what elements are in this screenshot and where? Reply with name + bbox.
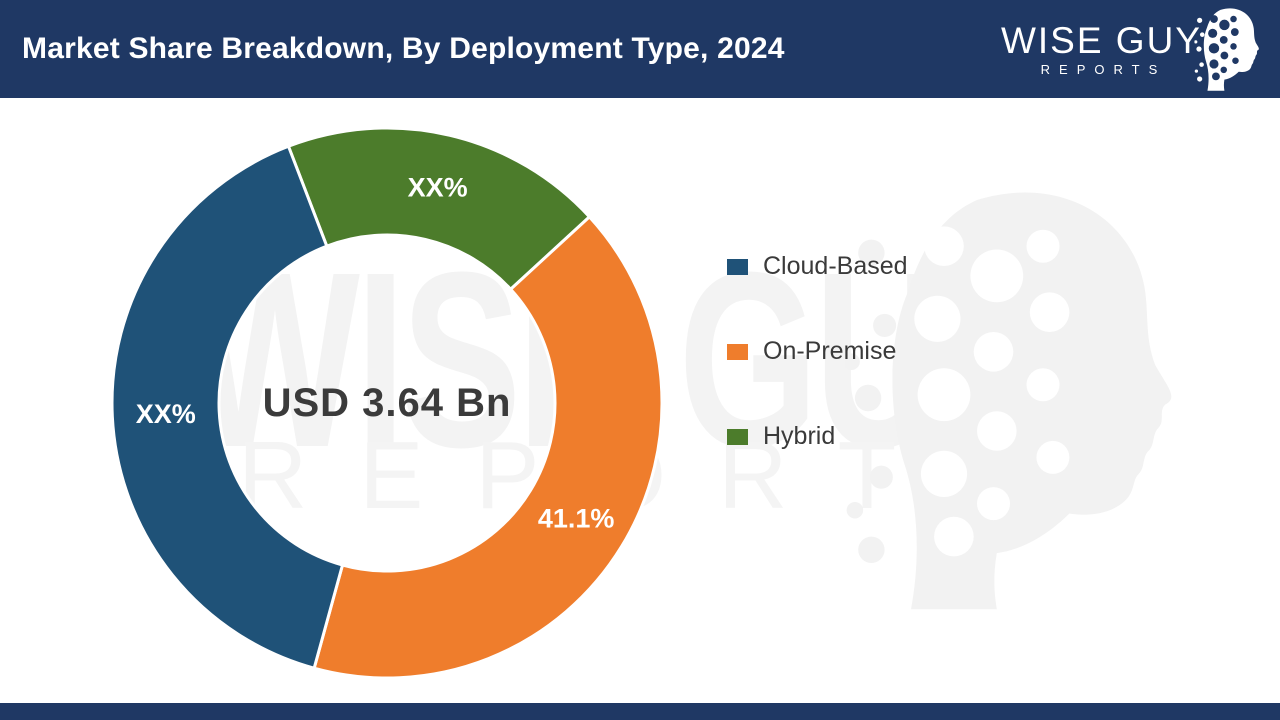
legend-swatch: [727, 258, 748, 275]
center-value: USD 3.64 Bn: [263, 381, 512, 425]
logo-wordmark: WISE GUY: [1000, 19, 1202, 61]
legend-swatch: [727, 428, 748, 445]
legend-label: On-Premise: [763, 337, 897, 365]
legend-label: Cloud-Based: [763, 252, 908, 280]
legend-swatch: [727, 343, 748, 360]
legend-label: Hybrid: [763, 422, 836, 450]
page-title: Market Share Breakdown, By Deployment Ty…: [22, 32, 785, 65]
legend-item-hybrid: Hybrid: [727, 422, 908, 451]
logo-subtitle: REPORTS: [1040, 62, 1167, 78]
footer-bar: [0, 703, 1280, 720]
segment-on-premise: [312, 215, 664, 680]
segment-label-on-premise: 41.1%: [538, 503, 615, 533]
page: Market Share Breakdown, By Deployment Ty…: [0, 0, 1280, 720]
chart-legend: Cloud-Based On-Premise Hybrid: [727, 252, 908, 507]
legend-item-on-premise: On-Premise: [727, 337, 908, 366]
logo-text: WISE GUY REPORTS: [1000, 19, 1202, 78]
legend-item-cloud-based: Cloud-Based: [727, 252, 908, 281]
segment-label-hybrid: XX%: [408, 172, 468, 202]
header-bar: Market Share Breakdown, By Deployment Ty…: [0, 0, 1280, 98]
segment-label-cloud-based: XX%: [136, 399, 196, 429]
logo: WISE GUY REPORTS: [1001, 6, 1264, 92]
logo-face-icon: [1190, 6, 1264, 92]
donut-chart: XX% 41.1% XX% USD 3.64 Bn: [110, 126, 664, 680]
